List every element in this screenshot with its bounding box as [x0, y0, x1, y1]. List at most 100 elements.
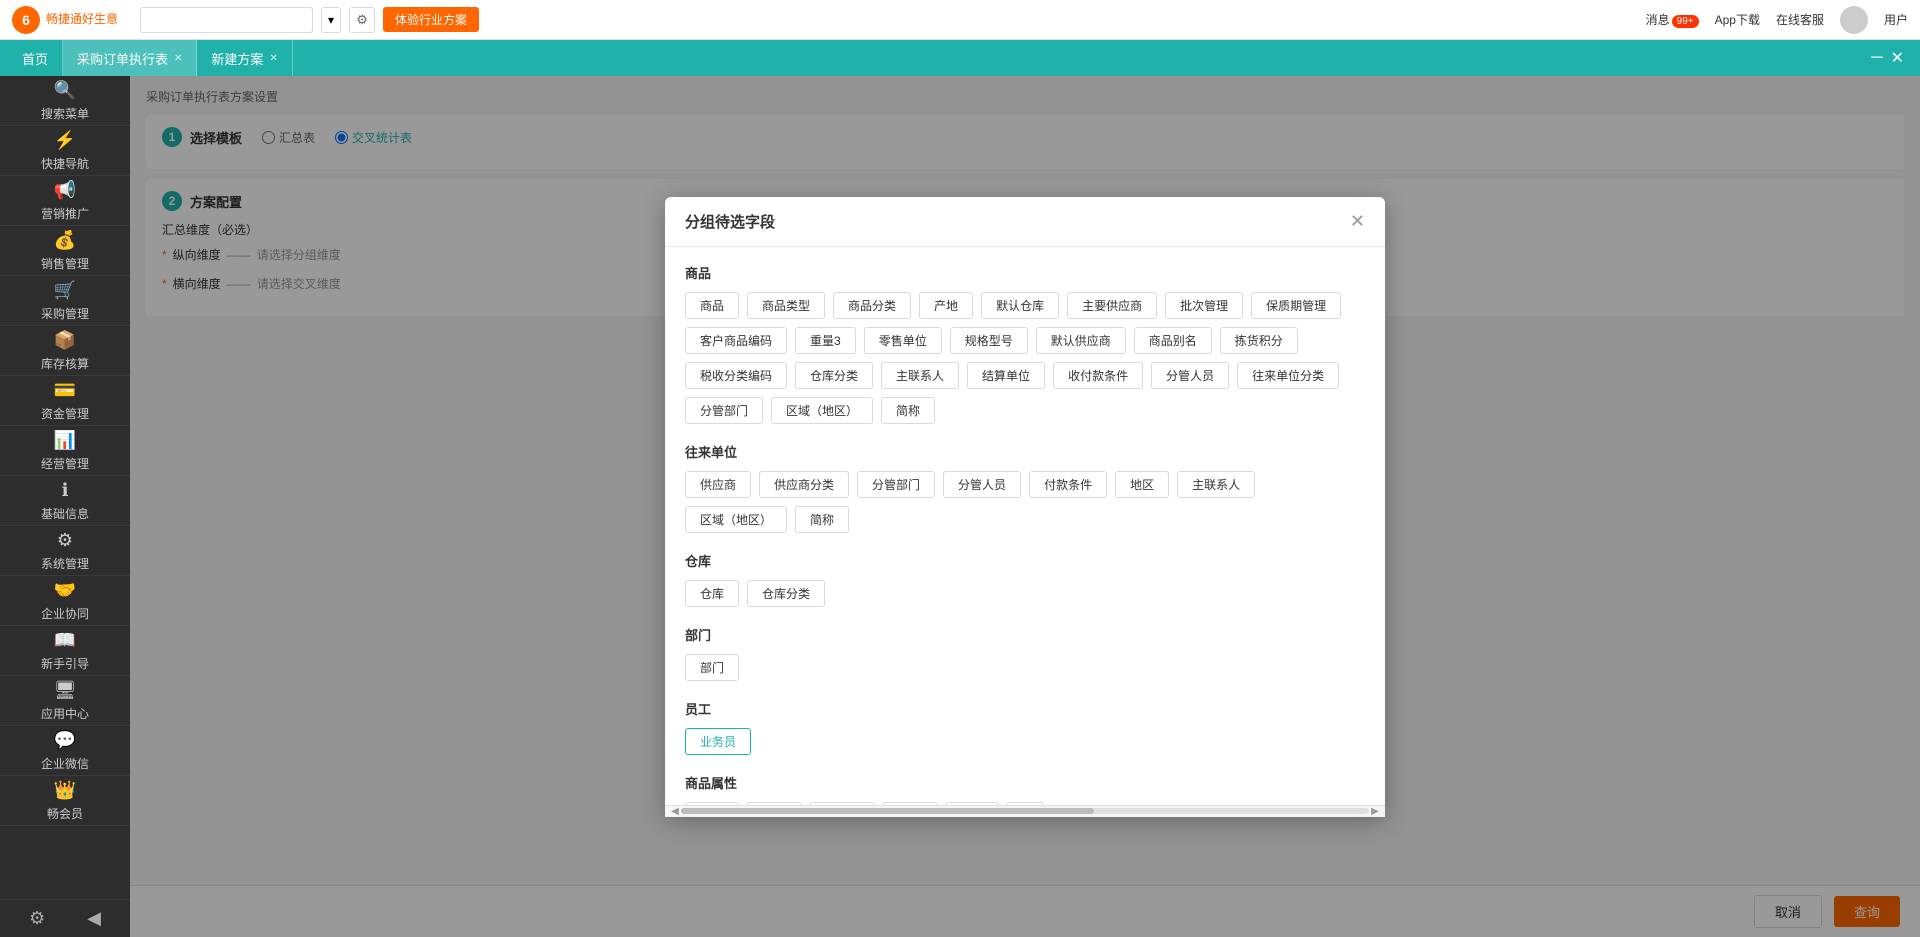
- field-supervise-dept[interactable]: 分管部门: [685, 397, 763, 424]
- tab-new-plan[interactable]: 新建方案 ✕: [197, 40, 292, 76]
- sidebar-settings-icon[interactable]: ⚙: [29, 908, 45, 929]
- partner-field-grid: 供应商 供应商分类 分管部门 分管人员 付款条件 地区 主联系人 区域（地区） …: [685, 471, 1365, 533]
- field-warehouse-category[interactable]: 仓库分类: [795, 362, 873, 389]
- field-region-goods[interactable]: 区域（地区）: [771, 397, 873, 424]
- tab-new-plan-close-icon[interactable]: ✕: [269, 53, 277, 64]
- field-pick-points[interactable]: 拣货积分: [1220, 327, 1298, 354]
- sidebar-item-sales[interactable]: 💰 销售管理: [0, 226, 130, 276]
- sidebar-item-marketing[interactable]: 📢 营销推广: [0, 176, 130, 226]
- modal-close-button[interactable]: ✕: [1350, 211, 1365, 232]
- sidebar-enterprise-label: 企业协同: [41, 605, 89, 622]
- field-short-name-goods[interactable]: 简称: [881, 397, 935, 424]
- field-origin[interactable]: 产地: [919, 292, 973, 319]
- field-tax-code[interactable]: 税收分类编码: [685, 362, 787, 389]
- tab-bar-minimize-icon[interactable]: ─: [1871, 49, 1882, 67]
- experience-button[interactable]: 体验行业方案: [383, 7, 479, 32]
- field-dept-partner[interactable]: 分管部门: [857, 471, 935, 498]
- field-main-contact-partner[interactable]: 主联系人: [1177, 471, 1255, 498]
- sidebar-item-inventory[interactable]: 📦 库存核算: [0, 326, 130, 376]
- field-warehouse[interactable]: 仓库: [685, 580, 739, 607]
- sidebar-item-system[interactable]: ⚙ 系统管理: [0, 526, 130, 576]
- field-area[interactable]: 地区: [1115, 471, 1169, 498]
- employee-field-grid: 业务员: [685, 728, 1365, 755]
- sidebar-system-label: 系统管理: [41, 555, 89, 572]
- field-spec-model[interactable]: 规格型号: [950, 327, 1028, 354]
- field-customer-code[interactable]: 客户商品编码: [685, 327, 787, 354]
- sidebar-item-enterprise[interactable]: 🤝 企业协同: [0, 576, 130, 626]
- sidebar-item-basic-info[interactable]: ℹ 基础信息: [0, 476, 130, 526]
- field-weight3[interactable]: 重量3: [795, 327, 856, 354]
- field-settlement-unit[interactable]: 结算单位: [967, 362, 1045, 389]
- tab-home[interactable]: 首页: [8, 40, 63, 76]
- sidebar-item-finance[interactable]: 💳 资金管理: [0, 376, 130, 426]
- purchase-icon: 🛒: [54, 280, 76, 301]
- online-service-link[interactable]: 在线客服: [1776, 11, 1824, 28]
- system-icon: ⚙: [57, 530, 73, 551]
- content-area: 采购订单执行表方案设置 1 选择模板 汇总表 交叉统计表 2 方案配置: [130, 76, 1920, 937]
- sidebar-item-quicknav[interactable]: ⚡ 快捷导航: [0, 126, 130, 176]
- modal-title: 分组待选字段: [685, 211, 775, 232]
- field-department[interactable]: 部门: [685, 654, 739, 681]
- field-supervisor-partner[interactable]: 分管人员: [943, 471, 1021, 498]
- field-supplier[interactable]: 供应商: [685, 471, 751, 498]
- gear-button[interactable]: ⚙: [349, 7, 375, 33]
- gear-icon: ⚙: [356, 12, 368, 28]
- field-main-supplier[interactable]: 主要供应商: [1067, 292, 1157, 319]
- sidebar-item-member[interactable]: 👑 畅会员: [0, 776, 130, 826]
- section-goods: 商品 商品 商品类型 商品分类 产地 默认仓库 主要供应商 批次管理 保质期管理…: [685, 263, 1365, 424]
- tab-bar-close-icon[interactable]: ✕: [1891, 48, 1904, 68]
- modal-body[interactable]: 商品 商品 商品类型 商品分类 产地 默认仓库 主要供应商 批次管理 保质期管理…: [665, 247, 1385, 805]
- field-goods-type[interactable]: 商品类型: [747, 292, 825, 319]
- field-warehouse-cat[interactable]: 仓库分类: [747, 580, 825, 607]
- modal-backdrop: 分组待选字段 ✕ 商品 商品 商品类型 商品分类 产地 默认仓库 主要供应商: [130, 76, 1920, 937]
- logo-text: 畅捷通好生意: [46, 12, 118, 26]
- sidebar-item-purchase[interactable]: 🛒 采购管理: [0, 276, 130, 326]
- field-main-contact[interactable]: 主联系人: [881, 362, 959, 389]
- section-product-attr: 商品属性 属性 颜色 多规格 尺码 鞋码 1: [685, 773, 1365, 805]
- section-product-attr-title: 商品属性: [685, 773, 1365, 792]
- field-default-supplier[interactable]: 默认供应商: [1036, 327, 1126, 354]
- sidebar-item-wechat[interactable]: 💬 企业微信: [0, 726, 130, 776]
- tab-purchase-close-icon[interactable]: ✕: [174, 53, 182, 64]
- notification-area[interactable]: 消息99+: [1646, 11, 1699, 28]
- field-goods-category[interactable]: 商品分类: [833, 292, 911, 319]
- field-expiry-mgmt[interactable]: 保质期管理: [1251, 292, 1341, 319]
- app-download-link[interactable]: App下载: [1715, 11, 1760, 28]
- modal-horizontal-scrollbar[interactable]: ◀ ▶: [665, 805, 1385, 817]
- field-salesperson[interactable]: 业务员: [685, 728, 751, 755]
- sidebar-item-search[interactable]: 🔍 搜索菜单: [0, 76, 130, 126]
- field-partner-category[interactable]: 往来单位分类: [1237, 362, 1339, 389]
- search-icon: 🔍: [54, 80, 76, 101]
- dropdown-arrow-icon: ▾: [328, 13, 334, 27]
- search-dropdown[interactable]: ▾: [321, 7, 341, 33]
- field-payment-terms[interactable]: 收付款条件: [1053, 362, 1143, 389]
- sidebar-sales-label: 销售管理: [41, 255, 89, 272]
- search-input[interactable]: [140, 7, 313, 33]
- h-scrollbar-track[interactable]: [681, 808, 1369, 814]
- sidebar-item-guide[interactable]: 📖 新手引导: [0, 626, 130, 676]
- avatar[interactable]: [1840, 6, 1868, 34]
- field-region-partner[interactable]: 区域（地区）: [685, 506, 787, 533]
- sidebar-wechat-label: 企业微信: [41, 755, 89, 772]
- warehouse-field-grid: 仓库 仓库分类: [685, 580, 1365, 607]
- field-batch-mgmt[interactable]: 批次管理: [1165, 292, 1243, 319]
- field-supervisor[interactable]: 分管人员: [1151, 362, 1229, 389]
- field-goods-alias[interactable]: 商品别名: [1134, 327, 1212, 354]
- sidebar-operations-label: 经营管理: [41, 455, 89, 472]
- field-short-name-partner[interactable]: 简称: [795, 506, 849, 533]
- modal-header: 分组待选字段 ✕: [665, 197, 1385, 247]
- scroll-right-icon[interactable]: ▶: [1369, 805, 1381, 817]
- section-employee-title: 员工: [685, 699, 1365, 718]
- sidebar-basic-info-label: 基础信息: [41, 505, 89, 522]
- sidebar-item-appcenter[interactable]: 🖥 应用中心: [0, 676, 130, 726]
- sidebar-item-operations[interactable]: 📊 经营管理: [0, 426, 130, 476]
- tab-purchase-list[interactable]: 采购订单执行表 ✕: [63, 40, 197, 76]
- sidebar-collapse-icon[interactable]: ◀: [87, 908, 101, 929]
- field-retail-unit[interactable]: 零售单位: [864, 327, 942, 354]
- field-goods[interactable]: 商品: [685, 292, 739, 319]
- scroll-left-icon[interactable]: ◀: [669, 805, 681, 817]
- sidebar-finance-label: 资金管理: [41, 405, 89, 422]
- field-payment-cond[interactable]: 付款条件: [1029, 471, 1107, 498]
- field-default-warehouse[interactable]: 默认仓库: [981, 292, 1059, 319]
- field-supplier-category[interactable]: 供应商分类: [759, 471, 849, 498]
